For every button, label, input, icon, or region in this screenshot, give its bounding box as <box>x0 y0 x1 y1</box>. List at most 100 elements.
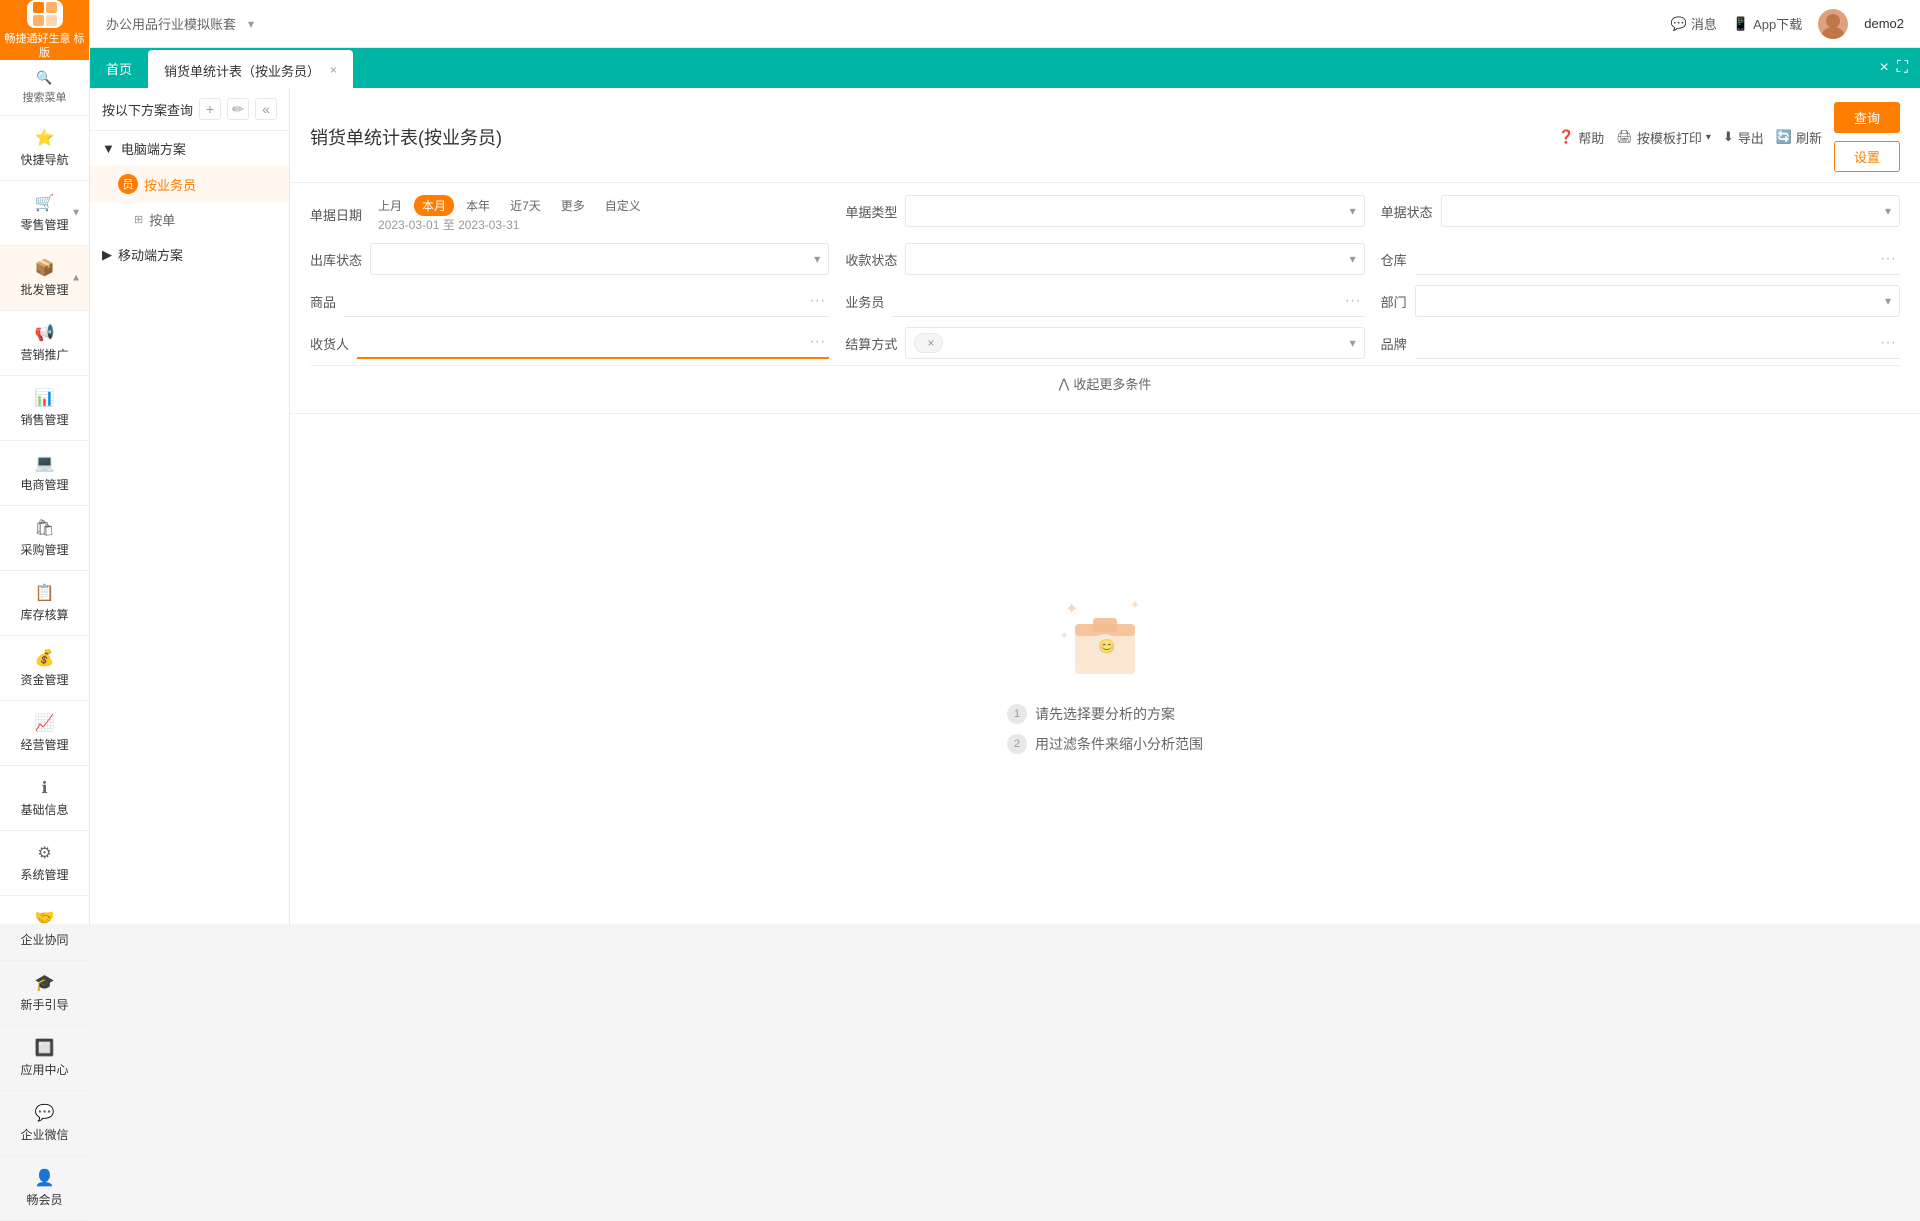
scheme-item-by-order[interactable]: ⊞ 按单 <box>90 202 289 237</box>
out-status-label: 出库状态 <box>310 250 362 269</box>
empty-step-1: 1 请先选择要分析的方案 <box>1007 704 1203 724</box>
tab-sales-stats[interactable]: 销货单统计表（按业务员） × <box>148 50 353 90</box>
date-tab-this-month[interactable]: 本月 <box>414 195 454 216</box>
svg-text:😊: 😊 <box>1098 638 1115 654</box>
collapse-filters-btn[interactable]: ⋀ 收起更多条件 <box>310 365 1900 401</box>
goods-dots[interactable]: ··· <box>809 292 825 310</box>
dept-dropdown-icon: ▾ <box>1885 294 1891 308</box>
tab-close-icon[interactable]: × <box>330 63 337 77</box>
doc-type-select[interactable]: ▾ <box>905 195 1364 227</box>
user-avatar[interactable] <box>1818 9 1848 39</box>
sidebar-item-marketing[interactable]: 📢 营销推广 <box>0 311 89 376</box>
collab-label: 企业协同 <box>20 931 68 948</box>
export-action[interactable]: ⬇ 导出 <box>1723 128 1764 147</box>
app-center-label: 应用中心 <box>20 1061 68 1078</box>
logo-text: 畅捷通好生意 标版 <box>0 32 89 61</box>
sidebar-search-item[interactable]: 🔍 搜索菜单 <box>0 60 89 116</box>
settings-button[interactable]: 设置 <box>1834 141 1900 172</box>
logo-area[interactable]: 畅捷通好生意 标版 <box>0 0 89 60</box>
desktop-scheme-header[interactable]: ▼ 电脑端方案 <box>90 131 289 166</box>
export-label: 导出 <box>1738 128 1764 147</box>
left-panel: 按以下方案查询 + ✏ « ▼ 电脑端方案 员 按业务员 ⊞ 按 <box>90 88 290 924</box>
out-status-dropdown-icon: ▾ <box>814 252 820 266</box>
brand-dots[interactable]: ··· <box>1880 334 1896 352</box>
sidebar-item-app-center[interactable]: 🔲 应用中心 <box>0 1026 89 1091</box>
sidebar-item-operation[interactable]: 📈 经营管理 <box>0 701 89 766</box>
consignee-dots[interactable]: ··· <box>809 333 825 351</box>
add-scheme-btn[interactable]: + <box>199 98 221 120</box>
payment-tag: × <box>914 333 943 353</box>
mobile-scheme-group[interactable]: ▶ 移动端方案 <box>90 237 289 272</box>
order-scheme-icon: ⊞ <box>134 213 143 226</box>
svg-text:✦: ✦ <box>1060 631 1068 642</box>
wholesale-icon: 📦 <box>35 258 55 278</box>
print-action[interactable]: 🖨 按模板打印 ▾ <box>1616 128 1711 147</box>
filter-row-1: 单据日期 上月 本月 本年 近7天 更多 自定义 2023-03-01 至 20… <box>310 195 1900 233</box>
topbar-dropdown-icon[interactable]: ▾ <box>248 17 254 31</box>
consignee-field: 收货人 ··· <box>310 327 829 359</box>
desktop-scheme-group: ▼ 电脑端方案 员 按业务员 ⊞ 按单 <box>90 131 289 237</box>
out-status-select[interactable]: ▾ <box>370 243 829 275</box>
tab-close-window-btn[interactable]: × <box>1879 59 1888 77</box>
staff-dots[interactable]: ··· <box>1345 292 1361 310</box>
receipt-status-label: 收款状态 <box>845 250 897 269</box>
staff-field: 业务员 ··· <box>845 285 1364 317</box>
step-1-text: 请先选择要分析的方案 <box>1035 704 1175 724</box>
operation-label: 经营管理 <box>20 736 68 753</box>
query-button[interactable]: 查询 <box>1834 102 1900 133</box>
date-tabs: 上月 本月 本年 近7天 更多 自定义 <box>370 195 829 216</box>
sidebar-item-wechat[interactable]: 💬 企业微信 <box>0 1091 89 1156</box>
tab-home[interactable]: 首页 <box>90 48 148 88</box>
payment-method-select[interactable]: × ▾ <box>905 327 1364 359</box>
print-icon: 🖨 <box>1616 129 1633 145</box>
payment-method-label: 结算方式 <box>845 334 897 353</box>
sidebar-item-retail[interactable]: 🛒 零售管理 ▼ <box>0 181 89 246</box>
sidebar-item-finance[interactable]: 💰 资金管理 <box>0 636 89 701</box>
sales-stats-tab-label: 销货单统计表（按业务员） <box>164 61 320 80</box>
doc-type-label: 单据类型 <box>845 202 897 221</box>
tabbar: 首页 销货单统计表（按业务员） × × ⛶ <box>90 48 1920 88</box>
date-tab-this-year[interactable]: 本年 <box>458 195 498 216</box>
help-action[interactable]: ❓ 帮助 <box>1558 128 1604 147</box>
date-tab-7days[interactable]: 近7天 <box>502 195 549 216</box>
date-tab-custom[interactable]: 自定义 <box>597 195 649 216</box>
tab-expand-btn[interactable]: ⛶ <box>1897 59 1908 77</box>
sidebar-item-member[interactable]: 👤 畅会员 <box>0 1156 89 1221</box>
payment-dropdown-icon: ▾ <box>1350 336 1356 350</box>
right-panel: 销货单统计表(按业务员) ❓ 帮助 🖨 按模板打印 ▾ ⬇ 导出 <box>290 88 1920 924</box>
sidebar-item-quick-nav[interactable]: ⭐ 快捷导航 <box>0 116 89 181</box>
filter-row-3: 商品 ··· 业务员 ··· 部门 <box>310 285 1900 317</box>
payment-tag-close[interactable]: × <box>927 336 934 350</box>
sidebar-item-sales[interactable]: 📊 销售管理 <box>0 376 89 441</box>
date-tab-last-month[interactable]: 上月 <box>370 195 410 216</box>
help-icon: ❓ <box>1558 129 1574 145</box>
topbar-app-download[interactable]: 📱 App下载 <box>1733 14 1802 33</box>
topbar-message[interactable]: 💬 消息 <box>1671 14 1717 33</box>
sidebar-item-ecommerce[interactable]: 💻 电商管理 <box>0 441 89 506</box>
receipt-status-select[interactable]: ▾ <box>905 243 1364 275</box>
edit-scheme-btn[interactable]: ✏ <box>227 98 249 120</box>
sidebar-item-corp-collab[interactable]: 🤝 企业协同 <box>0 896 89 961</box>
dept-select[interactable]: ▾ <box>1415 285 1900 317</box>
username-label[interactable]: demo2 <box>1864 16 1904 31</box>
doc-status-select[interactable]: ▾ <box>1441 195 1900 227</box>
out-status-field: 出库状态 ▾ <box>310 243 829 275</box>
desktop-scheme-label: 电脑端方案 <box>121 139 186 158</box>
scheme-item-by-staff[interactable]: 员 按业务员 <box>90 166 289 202</box>
refresh-action[interactable]: 🔄 刷新 <box>1776 128 1822 147</box>
date-tab-more[interactable]: 更多 <box>553 195 593 216</box>
sidebar-item-guide[interactable]: 🎓 新手引导 <box>0 961 89 1026</box>
sidebar-item-system[interactable]: ⚙ 系统管理 <box>0 831 89 896</box>
star-icon: ⭐ <box>35 128 55 148</box>
filter-row-4: 收货人 ··· 结算方式 × ▾ <box>310 327 1900 359</box>
sidebar-item-wholesale[interactable]: 📦 批发管理 ▲ <box>0 246 89 311</box>
app-download-icon: 📱 <box>1733 16 1749 32</box>
sidebar-item-inventory[interactable]: 📋 库存核算 <box>0 571 89 636</box>
collapse-panel-btn[interactable]: « <box>255 98 277 120</box>
warehouse-dots[interactable]: ··· <box>1880 250 1896 268</box>
sidebar-item-purchase[interactable]: 🛍 采购管理 <box>0 506 89 571</box>
wechat-label: 企业微信 <box>20 1126 68 1143</box>
warehouse-label: 仓库 <box>1381 250 1407 269</box>
receipt-status-dropdown-icon: ▾ <box>1350 252 1356 266</box>
sidebar-item-basic-info[interactable]: ℹ 基础信息 <box>0 766 89 831</box>
